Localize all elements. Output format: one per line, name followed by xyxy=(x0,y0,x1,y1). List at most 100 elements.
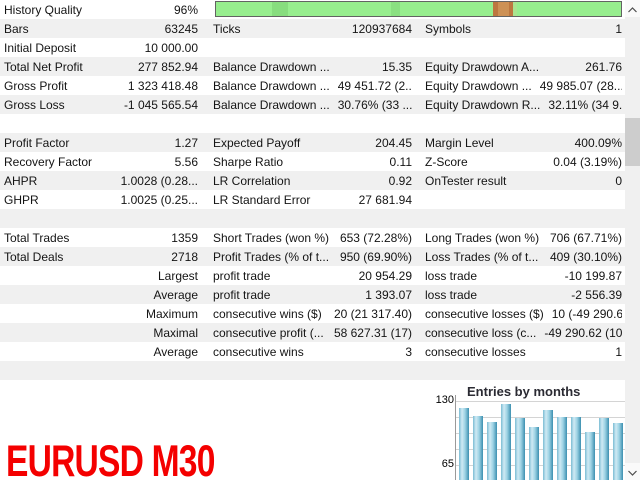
table-cell: Total Trades 1359 xyxy=(4,228,198,247)
chevron-up-icon xyxy=(628,2,637,16)
stat-value: 1359 xyxy=(171,230,198,245)
stat-value: Maximum xyxy=(145,306,198,321)
chart-bar xyxy=(487,421,497,480)
table-cell: Balance Drawdown ... 30.76% (33 ... xyxy=(213,95,412,114)
table-cell: Equity Drawdown A... 261.76 xyxy=(425,57,622,76)
table-row: Gross Profit 1 323 418.48 Balance Drawdown… xyxy=(0,76,625,95)
stat-label: Total Trades xyxy=(4,230,70,245)
stat-value: 0 xyxy=(615,173,622,188)
stat-value: 706 (67.71%) xyxy=(549,230,622,245)
table-cell xyxy=(425,190,622,209)
stat-label: loss trade xyxy=(425,287,478,302)
chart-bar xyxy=(473,415,483,480)
table-cell: Gross Profit 1 323 418.48 xyxy=(4,76,198,95)
stat-value: 277 852.94 xyxy=(137,59,198,74)
chart-bar xyxy=(459,407,469,480)
table-cell xyxy=(4,209,198,228)
stat-label: AHPR xyxy=(4,173,38,188)
quality-bar-segment xyxy=(513,2,517,16)
stat-value: 950 (69.90%) xyxy=(339,249,412,264)
table-row: Maximum consecutive wins ($) 20 (21 317.40… xyxy=(0,304,625,323)
stat-value: -10 199.87 xyxy=(564,268,622,283)
stat-value: 120937684 xyxy=(351,21,412,36)
stat-value: 261.76 xyxy=(585,59,622,74)
stat-label: consecutive wins xyxy=(213,344,304,359)
stat-value: 49 451.72 (2... xyxy=(337,78,412,93)
quality-bar-segment xyxy=(272,2,288,16)
stat-value: 96% xyxy=(173,2,198,17)
stat-label: Balance Drawdown ... xyxy=(213,59,330,74)
stat-label: consecutive profit (... xyxy=(213,325,324,340)
chart-bar xyxy=(515,417,525,480)
table-cell xyxy=(425,209,622,228)
stat-value: 10 000.00 xyxy=(144,40,198,55)
table-cell: consecutive losses 1 xyxy=(425,342,622,361)
stats-table: History Quality 96% Bars 63245 Ticks 12093768… xyxy=(0,0,625,380)
table-row: AHPR 1.0028 (0.28... LR Correlation 0.92 OnT… xyxy=(0,171,625,190)
stat-label: Total Net Profit xyxy=(4,59,83,74)
y-axis-tick-65: 65 xyxy=(441,458,454,470)
table-cell: loss trade -2 556.39 xyxy=(425,285,622,304)
stat-value: -2 556.39 xyxy=(571,287,622,302)
stat-label: Total Deals xyxy=(4,249,64,264)
table-cell xyxy=(425,361,622,380)
stat-value: 1 xyxy=(615,344,622,359)
scroll-up-button[interactable] xyxy=(625,0,640,17)
stat-label: profit trade xyxy=(213,268,271,283)
stat-value: 20 (21 317.40) xyxy=(333,306,412,321)
stat-value: 15.35 xyxy=(381,59,412,74)
table-cell: OnTester result 0 xyxy=(425,171,622,190)
table-cell: Long Trades (won %) 706 (67.71%) xyxy=(425,228,622,247)
table-cell: Equity Drawdown ... 49 985.07 (28... xyxy=(425,76,622,95)
stat-label: Recovery Factor xyxy=(4,154,93,169)
table-cell: Equity Drawdown R... 32.11% (34 9... xyxy=(425,95,622,114)
table-cell: Bars 63245 xyxy=(4,19,198,38)
stat-value: Average xyxy=(153,287,198,302)
stat-value: 3 xyxy=(405,344,412,359)
stat-value: Largest xyxy=(157,268,198,283)
stat-label: LR Correlation xyxy=(213,173,291,188)
watermark-text: EURUSD M30 xyxy=(6,436,215,480)
stat-value: 0.04 (3.19%) xyxy=(553,154,622,169)
scrollbar-thumb[interactable] xyxy=(625,118,640,166)
table-cell: Ticks 120937684 xyxy=(213,19,412,38)
table-row: Total Deals 2718 Profit Trades (% of t... 9… xyxy=(0,247,625,266)
scrollbar[interactable] xyxy=(625,0,640,480)
quality-bar-segment xyxy=(498,2,509,16)
table-cell: Gross Loss -1 045 565.54 xyxy=(4,95,198,114)
stat-label: consecutive wins ($) xyxy=(213,306,322,321)
entries-by-months-chart: Entries by months 130 65 xyxy=(420,380,625,480)
scroll-down-button[interactable] xyxy=(625,463,640,480)
stat-label: Profit Trades (% of t... xyxy=(213,249,330,264)
history-quality-bar xyxy=(215,1,622,17)
table-cell: Loss Trades (% of t... 409 (30.10%) xyxy=(425,247,622,266)
stat-value: 2718 xyxy=(171,249,198,264)
table-cell: LR Standard Error 27 681.94 xyxy=(213,190,412,209)
table-row xyxy=(0,114,625,133)
stat-value: 10 (-49 290.62) xyxy=(551,306,622,321)
chart-bar xyxy=(613,422,623,480)
stat-label: History Quality xyxy=(4,2,83,17)
y-axis-tick-130: 130 xyxy=(435,394,454,406)
chart-bar xyxy=(599,417,609,480)
stat-label: consecutive loss (c... xyxy=(425,325,537,340)
chart-bar xyxy=(529,426,539,480)
stat-value: 20 954.29 xyxy=(358,268,412,283)
stat-value: 409 (30.10%) xyxy=(549,249,622,264)
table-row: Profit Factor 1.27 Expected Payoff 204.45 Ma… xyxy=(0,133,625,152)
table-cell xyxy=(213,38,412,57)
table-cell: Z-Score 0.04 (3.19%) xyxy=(425,152,622,171)
table-cell xyxy=(425,114,622,133)
stat-label: Balance Drawdown ... xyxy=(213,78,330,93)
stat-label: Bars xyxy=(4,21,29,36)
table-row: Total Net Profit 277 852.94 Balance Drawdo… xyxy=(0,57,625,76)
table-cell xyxy=(4,114,198,133)
stat-label: Balance Drawdown ... xyxy=(213,97,330,112)
table-cell: Average xyxy=(4,342,198,361)
table-cell: profit trade 20 954.29 xyxy=(213,266,412,285)
chart-bar xyxy=(543,409,553,480)
table-row: Maximal consecutive profit (... 58 627.31 … xyxy=(0,323,625,342)
stat-value: 5.56 xyxy=(174,154,198,169)
stat-value: 0.92 xyxy=(388,173,412,188)
table-cell: consecutive losses ($) 10 (-49 290.62) xyxy=(425,304,622,323)
